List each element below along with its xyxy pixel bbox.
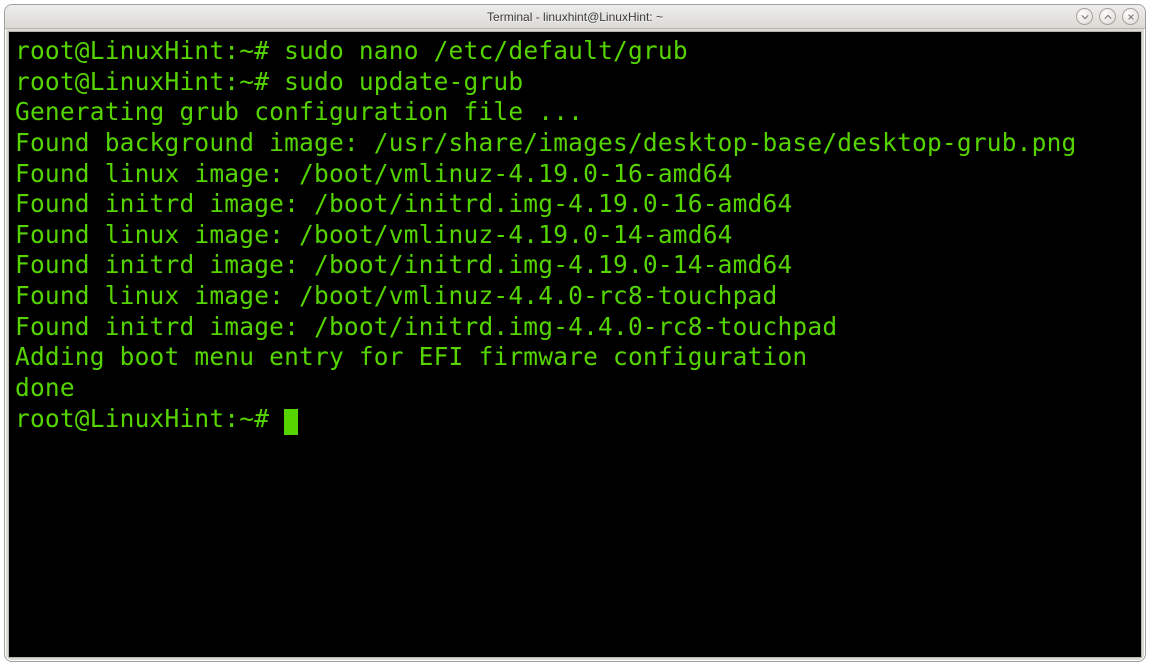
terminal-output-line: Adding boot menu entry for EFI firmware … xyxy=(15,342,1135,373)
window-controls xyxy=(1076,8,1139,25)
output-text: done xyxy=(15,373,75,402)
output-text: Found linux image: /boot/vmlinuz-4.19.0-… xyxy=(15,220,733,249)
terminal-output[interactable]: root@LinuxHint:~# sudo nano /etc/default… xyxy=(8,31,1142,658)
terminal-output-line: Found initrd image: /boot/initrd.img-4.1… xyxy=(15,189,1135,220)
shell-prompt: root@LinuxHint:~# xyxy=(15,67,284,96)
output-text: Generating grub configuration file ... xyxy=(15,97,583,126)
output-text: Found linux image: /boot/vmlinuz-4.4.0-r… xyxy=(15,281,777,310)
shell-prompt: root@LinuxHint:~# xyxy=(15,404,284,433)
maximize-button[interactable] xyxy=(1099,8,1116,25)
window-title: Terminal - linuxhint@LinuxHint: ~ xyxy=(487,10,663,24)
output-text: Found background image: /usr/share/image… xyxy=(15,128,1076,157)
terminal-output-line: done xyxy=(15,373,1135,404)
terminal-output-line: Found linux image: /boot/vmlinuz-4.19.0-… xyxy=(15,220,1135,251)
close-icon xyxy=(1127,13,1135,21)
terminal-output-line: Generating grub configuration file ... xyxy=(15,97,1135,128)
cursor-block xyxy=(284,409,298,435)
terminal-output-line: Found linux image: /boot/vmlinuz-4.4.0-r… xyxy=(15,281,1135,312)
terminal-window: Terminal - linuxhint@LinuxHint: ~ root@L… xyxy=(4,4,1146,662)
chevron-down-icon xyxy=(1081,13,1089,21)
output-text: Adding boot menu entry for EFI firmware … xyxy=(15,342,807,371)
output-text: Found initrd image: /boot/initrd.img-4.1… xyxy=(15,189,792,218)
shell-prompt: root@LinuxHint:~# xyxy=(15,36,284,65)
terminal-output-line: Found initrd image: /boot/initrd.img-4.4… xyxy=(15,312,1135,343)
terminal-output-line: Found initrd image: /boot/initrd.img-4.1… xyxy=(15,250,1135,281)
close-button[interactable] xyxy=(1122,8,1139,25)
minimize-button[interactable] xyxy=(1076,8,1093,25)
terminal-command-line: root@LinuxHint:~# sudo nano /etc/default… xyxy=(15,36,1135,67)
chevron-up-icon xyxy=(1104,13,1112,21)
terminal-output-line: Found background image: /usr/share/image… xyxy=(15,128,1135,159)
terminal-prompt-line: root@LinuxHint:~# xyxy=(15,404,1135,435)
output-text: Found initrd image: /boot/initrd.img-4.4… xyxy=(15,312,837,341)
output-text: Found initrd image: /boot/initrd.img-4.1… xyxy=(15,250,792,279)
titlebar[interactable]: Terminal - linuxhint@LinuxHint: ~ xyxy=(5,5,1145,29)
terminal-command-line: root@LinuxHint:~# sudo update-grub xyxy=(15,67,1135,98)
command-text: sudo update-grub xyxy=(284,67,523,96)
terminal-output-line: Found linux image: /boot/vmlinuz-4.19.0-… xyxy=(15,159,1135,190)
command-text: sudo nano /etc/default/grub xyxy=(284,36,688,65)
output-text: Found linux image: /boot/vmlinuz-4.19.0-… xyxy=(15,159,733,188)
